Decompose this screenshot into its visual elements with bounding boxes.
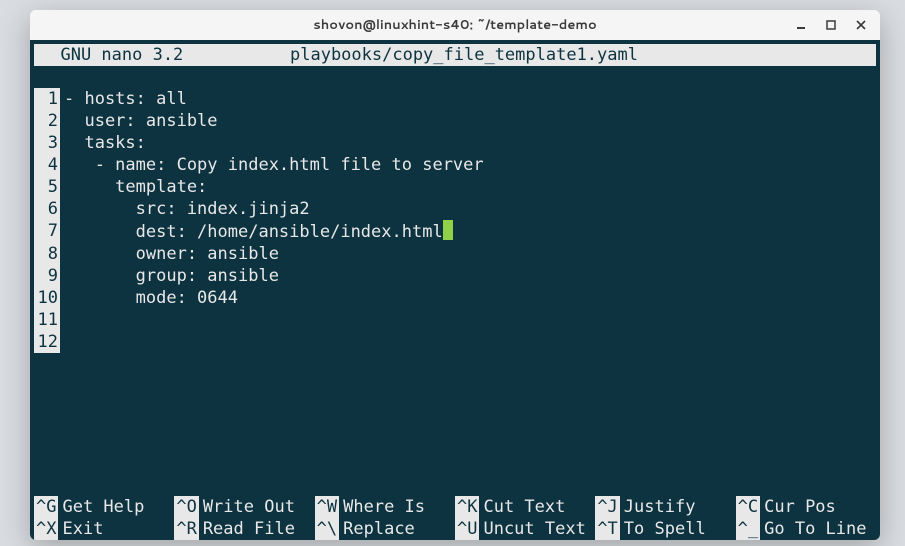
line-content: - hosts: all	[60, 88, 187, 110]
shortcut-key: ^_	[736, 518, 760, 540]
shortcut-item[interactable]: ^CCur Pos	[736, 496, 876, 518]
editor-line: 8 owner: ansible	[34, 243, 876, 265]
shortcut-label: Replace	[339, 518, 415, 540]
line-content: group: ansible	[60, 265, 279, 287]
shortcut-item[interactable]: ^WWhere Is	[315, 496, 455, 518]
line-number: 3	[34, 132, 60, 154]
editor-line: 10 mode: 0644	[34, 287, 876, 309]
shortcut-key: ^\	[315, 518, 339, 540]
window-title: shovon@linuxhint-s40: ~/template-demo	[313, 16, 596, 34]
line-content: mode: 0644	[60, 287, 238, 309]
window-controls	[788, 10, 874, 40]
line-number: 2	[34, 110, 60, 132]
line-content: tasks:	[60, 132, 146, 154]
editor-line: 6 src: index.jinja2	[34, 198, 876, 220]
line-number: 8	[34, 243, 60, 265]
line-content: template:	[60, 176, 207, 198]
shortcut-item[interactable]: ^TTo Spell	[595, 518, 735, 540]
shortcut-label: Cut Text	[479, 496, 565, 518]
nano-version: GNU nano 3.2	[40, 44, 290, 66]
window-titlebar: shovon@linuxhint-s40: ~/template-demo	[30, 10, 880, 40]
line-content: user: ansible	[60, 110, 218, 132]
shortcut-label: Justify	[620, 496, 696, 518]
editor-body[interactable]: 1- hosts: all2 user: ansible3 tasks:4 - …	[34, 66, 876, 353]
editor-line: 2 user: ansible	[34, 110, 876, 132]
text-cursor	[443, 220, 453, 240]
shortcut-key: ^C	[736, 496, 760, 518]
shortcut-label: Cur Pos	[760, 496, 836, 518]
line-number: 5	[34, 176, 60, 198]
nano-filename: playbooks/copy_file_template1.yaml	[290, 44, 870, 66]
shortcut-label: Exit	[58, 518, 103, 540]
close-button[interactable]	[848, 14, 874, 36]
shortcut-key: ^R	[174, 518, 198, 540]
shortcut-key: ^G	[34, 496, 58, 518]
line-number: 7	[34, 220, 60, 243]
shortcut-item[interactable]: ^JJustify	[595, 496, 735, 518]
shortcut-label: Go To Line	[760, 518, 866, 540]
shortcut-item[interactable]: ^\Replace	[315, 518, 455, 540]
shortcut-key: ^K	[455, 496, 479, 518]
minimize-icon	[796, 20, 806, 30]
line-number: 9	[34, 265, 60, 287]
shortcut-item[interactable]: ^RRead File	[174, 518, 314, 540]
editor-line: 1- hosts: all	[34, 88, 876, 110]
terminal-window: shovon@linuxhint-s40: ~/template-demo GN…	[30, 10, 880, 540]
line-number: 4	[34, 154, 60, 176]
shortcut-row-1: ^GGet Help^OWrite Out^WWhere Is^KCut Tex…	[34, 496, 876, 518]
shortcut-label: Write Out	[199, 496, 295, 518]
editor-line: 4 - name: Copy index.html file to server	[34, 154, 876, 176]
shortcut-label: To Spell	[620, 518, 706, 540]
nano-shortcuts: ^GGet Help^OWrite Out^WWhere Is^KCut Tex…	[34, 496, 876, 540]
line-number: 10	[34, 287, 60, 309]
line-number: 1	[34, 88, 60, 110]
shortcut-key: ^X	[34, 518, 58, 540]
shortcut-item[interactable]: ^OWrite Out	[174, 496, 314, 518]
line-content: dest: /home/ansible/index.html	[60, 220, 453, 243]
terminal-area[interactable]: GNU nano 3.2 playbooks/copy_file_templat…	[30, 40, 880, 540]
shortcut-item[interactable]: ^_Go To Line	[736, 518, 876, 540]
line-content	[60, 331, 64, 353]
line-content	[60, 309, 64, 331]
line-content: src: index.jinja2	[60, 198, 310, 220]
shortcut-label: Get Help	[58, 496, 144, 518]
line-number: 12	[34, 331, 60, 353]
editor-line: 5 template:	[34, 176, 876, 198]
editor-line: 11	[34, 309, 876, 331]
shortcut-item[interactable]: ^GGet Help	[34, 496, 174, 518]
nano-header: GNU nano 3.2 playbooks/copy_file_templat…	[34, 44, 876, 66]
maximize-button[interactable]	[818, 14, 844, 36]
editor-line: 12	[34, 331, 876, 353]
close-icon	[856, 20, 866, 30]
editor-line: 9 group: ansible	[34, 265, 876, 287]
minimize-button[interactable]	[788, 14, 814, 36]
shortcut-item[interactable]: ^UUncut Text	[455, 518, 595, 540]
editor-line: 7 dest: /home/ansible/index.html	[34, 220, 876, 243]
maximize-icon	[826, 20, 836, 30]
shortcut-label: Where Is	[339, 496, 425, 518]
line-number: 6	[34, 198, 60, 220]
shortcut-label: Read File	[199, 518, 295, 540]
line-content: owner: ansible	[60, 243, 279, 265]
line-content: - name: Copy index.html file to server	[60, 154, 484, 176]
shortcut-item[interactable]: ^XExit	[34, 518, 174, 540]
shortcut-key: ^O	[174, 496, 198, 518]
shortcut-key: ^J	[595, 496, 619, 518]
shortcut-key: ^U	[455, 518, 479, 540]
line-number: 11	[34, 309, 60, 331]
shortcut-key: ^W	[315, 496, 339, 518]
shortcut-row-2: ^XExit^RRead File^\Replace^UUncut Text^T…	[34, 518, 876, 540]
editor-line: 3 tasks:	[34, 132, 876, 154]
shortcut-key: ^T	[595, 518, 619, 540]
shortcut-item[interactable]: ^KCut Text	[455, 496, 595, 518]
shortcut-label: Uncut Text	[479, 518, 585, 540]
